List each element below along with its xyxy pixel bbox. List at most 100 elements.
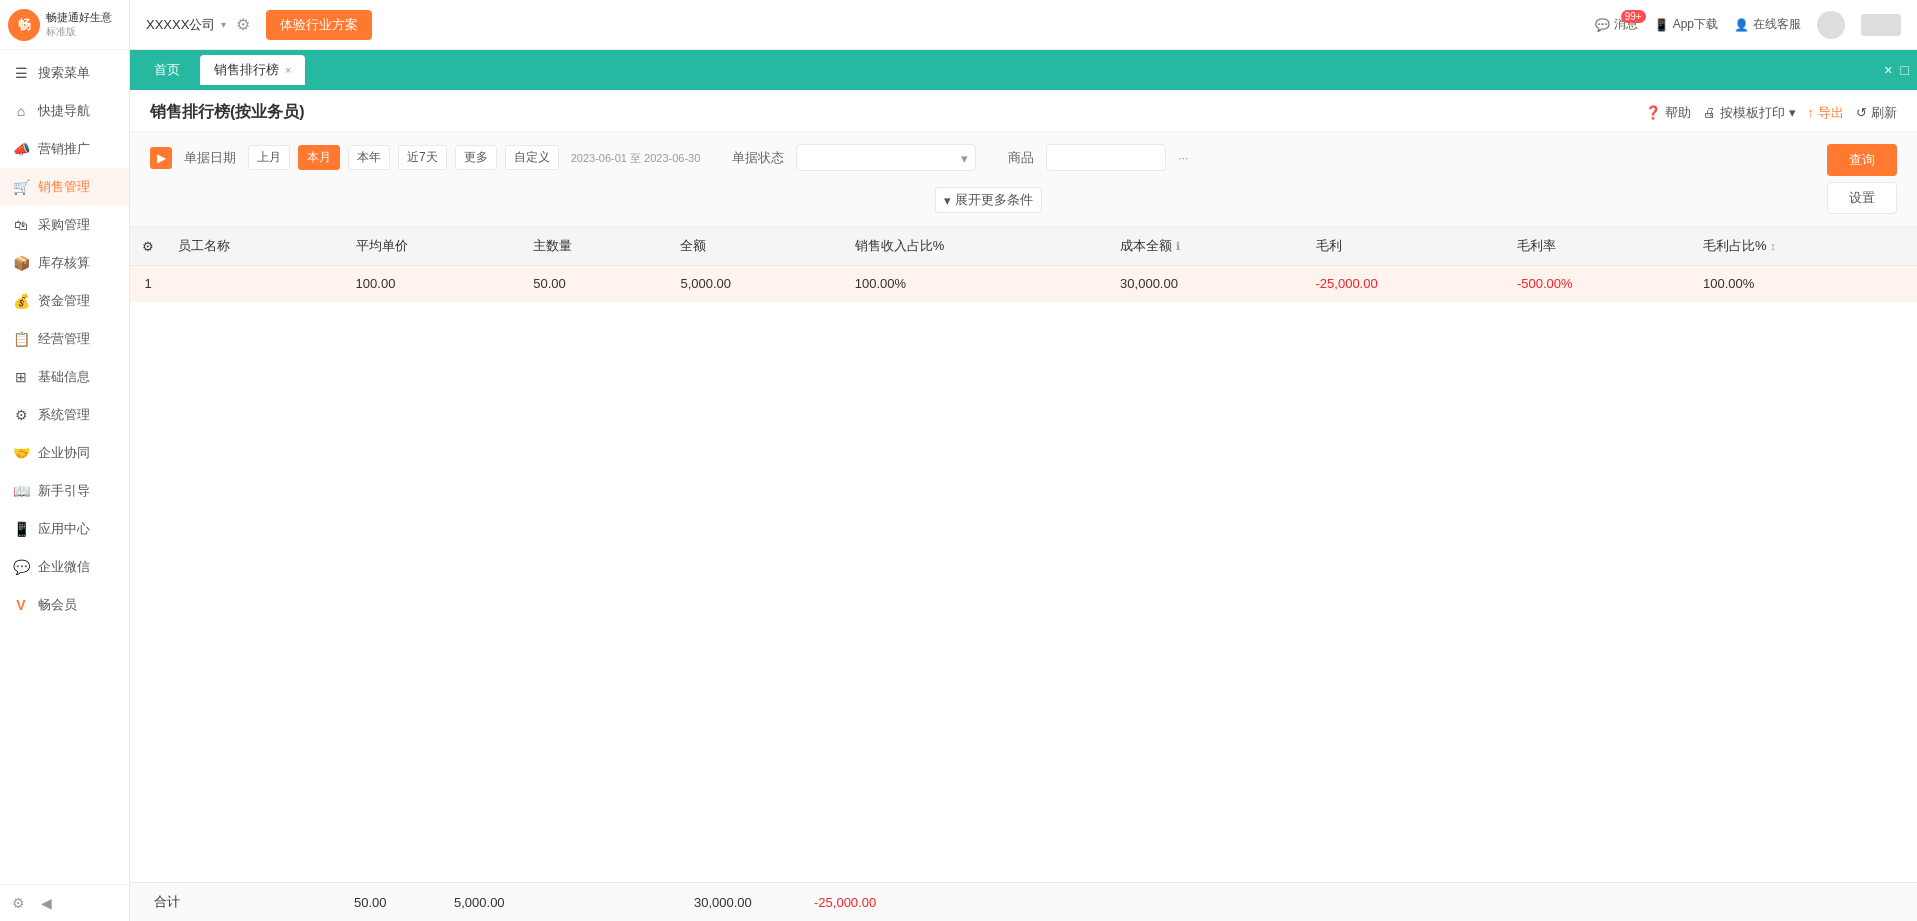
sidebar-item-member[interactable]: V 畅会员 bbox=[0, 586, 129, 624]
app-download-icon: 📱 bbox=[1654, 18, 1669, 32]
export-icon: ↑ bbox=[1808, 105, 1815, 120]
content-area: 销售排行榜(按业务员) ❓ 帮助 🖨 按模板打印 ▾ ↑ 导出 ↺ 刷新 bbox=[130, 90, 1917, 921]
marketing-icon: 📣 bbox=[12, 141, 30, 157]
filter-collapse-btn[interactable]: ▶ bbox=[150, 147, 172, 169]
settings-bottom-icon[interactable]: ⚙ bbox=[12, 895, 25, 911]
tab-maximize-icon[interactable]: □ bbox=[1901, 62, 1909, 78]
sidebar-item-collab[interactable]: 🤝 企业协同 bbox=[0, 434, 129, 472]
col-sales-pct: 销售收入占比% bbox=[843, 227, 1108, 266]
table-header-row: ⚙ 员工名称 平均单价 主数量 全额 销售收入占比% 成本全额 ℹ 毛利 毛利率 bbox=[130, 227, 1917, 266]
pill-last-month[interactable]: 上月 bbox=[248, 145, 290, 170]
footer-total: 合计 50.00 5,000.00 30,000.00 -25,000.00 bbox=[130, 882, 1917, 921]
table-row: 1 100.00 50.00 5,000.00 100.00% 30,000.0… bbox=[130, 266, 1917, 302]
app-download-btn[interactable]: 📱 App下载 bbox=[1654, 16, 1718, 33]
app-center-icon: 📱 bbox=[12, 521, 30, 537]
finance-icon: 💰 bbox=[12, 293, 30, 309]
sidebar-item-basic-info[interactable]: ⊞ 基础信息 bbox=[0, 358, 129, 396]
message-icon: 💬 bbox=[1595, 18, 1610, 32]
sidebar-item-guide[interactable]: 📖 新手引导 bbox=[0, 472, 129, 510]
col-main-qty: 主数量 bbox=[521, 227, 668, 266]
cell-avg-price: 100.00 bbox=[344, 266, 522, 302]
col-cost: 成本全额 ℹ bbox=[1108, 227, 1303, 266]
refresh-icon: ↺ bbox=[1856, 105, 1867, 120]
expand-row: ▾ 展开更多条件 bbox=[150, 187, 1827, 213]
sidebar-item-purchase[interactable]: 🛍 采购管理 bbox=[0, 206, 129, 244]
footer-amount: 5,000.00 bbox=[442, 895, 562, 910]
sidebar-item-system[interactable]: ⚙ 系统管理 bbox=[0, 396, 129, 434]
user-name bbox=[1861, 14, 1901, 36]
export-btn[interactable]: ↑ 导出 bbox=[1808, 104, 1845, 122]
company-selector[interactable]: XXXXX公司 ▾ bbox=[146, 16, 226, 34]
cell-rank: 1 bbox=[130, 266, 166, 302]
pill-this-year[interactable]: 本年 bbox=[348, 145, 390, 170]
system-icon: ⚙ bbox=[12, 407, 30, 423]
refresh-btn[interactable]: ↺ 刷新 bbox=[1856, 104, 1897, 122]
sidebar-item-quicknav[interactable]: ⌂ 快捷导航 bbox=[0, 92, 129, 130]
status-select[interactable] bbox=[796, 144, 976, 171]
tab-home[interactable]: 首页 bbox=[138, 55, 196, 85]
basic-info-icon: ⊞ bbox=[12, 369, 30, 385]
trial-btn[interactable]: 体验行业方案 bbox=[266, 10, 372, 40]
tab-minimize-icon[interactable]: × bbox=[1884, 62, 1892, 78]
user-avatar[interactable] bbox=[1817, 11, 1845, 39]
goods-more-icon[interactable]: ··· bbox=[1178, 151, 1188, 165]
tab-sales-rank[interactable]: 销售排行榜 × bbox=[200, 55, 305, 85]
col-settings: ⚙ bbox=[130, 227, 166, 266]
right-btns: 查询 设置 bbox=[1827, 144, 1897, 214]
col-settings-icon[interactable]: ⚙ bbox=[142, 239, 154, 254]
pill-custom[interactable]: 自定义 bbox=[505, 145, 559, 170]
col-gross-pct: 毛利占比% ↕ bbox=[1691, 227, 1917, 266]
guide-icon: 📖 bbox=[12, 483, 30, 499]
col-avg-price: 平均单价 bbox=[344, 227, 522, 266]
col-amount: 全额 bbox=[668, 227, 842, 266]
message-badge: 99+ bbox=[1621, 10, 1646, 23]
print-icon: 🖨 bbox=[1703, 105, 1716, 120]
template-print-btn[interactable]: 🖨 按模板打印 ▾ bbox=[1703, 104, 1796, 122]
filter-area: ▶ 单据日期 上月 本月 本年 近7天 更多 自定义 2023-06-01 至 … bbox=[130, 132, 1917, 227]
online-service-btn[interactable]: 👤 在线客服 bbox=[1734, 16, 1801, 33]
filter-row-1: ▶ 单据日期 上月 本月 本年 近7天 更多 自定义 2023-06-01 至 … bbox=[150, 144, 1827, 171]
col-gross-rate: 毛利率 bbox=[1505, 227, 1691, 266]
expand-icon: ▾ bbox=[944, 193, 951, 208]
help-link[interactable]: ❓ 帮助 bbox=[1645, 104, 1691, 122]
sidebar-item-search[interactable]: ☰ 搜索菜单 bbox=[0, 54, 129, 92]
sidebar-item-operations[interactable]: 📋 经营管理 bbox=[0, 320, 129, 358]
main-area: XXXXX公司 ▾ ⚙ 体验行业方案 💬 消息 99+ 📱 App下载 👤 在线… bbox=[130, 0, 1917, 921]
online-service-icon: 👤 bbox=[1734, 18, 1749, 32]
search-menu-icon: ☰ bbox=[12, 65, 30, 81]
topbar-settings-icon[interactable]: ⚙ bbox=[236, 15, 250, 34]
col-name: 员工名称 bbox=[166, 227, 344, 266]
sidebar-item-weixin[interactable]: 💬 企业微信 bbox=[0, 548, 129, 586]
pill-last-7days[interactable]: 近7天 bbox=[398, 145, 447, 170]
query-btn[interactable]: 查询 bbox=[1827, 144, 1897, 176]
sidebar-bottom: ⚙ ◀ bbox=[0, 884, 129, 921]
sidebar-item-inventory[interactable]: 📦 库存核算 bbox=[0, 244, 129, 282]
expand-filters-btn[interactable]: ▾ 展开更多条件 bbox=[935, 187, 1042, 213]
company-chevron-icon: ▾ bbox=[221, 19, 226, 30]
pill-this-month[interactable]: 本月 bbox=[298, 145, 340, 170]
help-icon: ❓ bbox=[1645, 105, 1661, 120]
sales-icon: 🛒 bbox=[12, 179, 30, 195]
operations-icon: 📋 bbox=[12, 331, 30, 347]
topbar-right: 💬 消息 99+ 📱 App下载 👤 在线客服 bbox=[1595, 11, 1901, 39]
sidebar: 畅 畅捷通好生意 标准版 ☰ 搜索菜单 ⌂ 快捷导航 📣 营销推广 🛒 销售管理… bbox=[0, 0, 130, 921]
col-gross: 毛利 bbox=[1304, 227, 1505, 266]
pill-more[interactable]: 更多 bbox=[455, 145, 497, 170]
logo-area: 畅 畅捷通好生意 标准版 bbox=[0, 0, 129, 50]
tab-close-icon[interactable]: × bbox=[285, 64, 291, 76]
collapse-icon[interactable]: ◀ bbox=[41, 895, 52, 911]
print-chevron-icon: ▾ bbox=[1789, 105, 1796, 120]
sidebar-item-marketing[interactable]: 📣 营销推广 bbox=[0, 130, 129, 168]
settings-small-btn[interactable]: 设置 bbox=[1827, 182, 1897, 214]
cell-gross-rate: -500.00% bbox=[1505, 266, 1691, 302]
cell-sales-pct: 100.00% bbox=[843, 266, 1108, 302]
company-name: XXXXX公司 bbox=[146, 16, 215, 34]
message-btn[interactable]: 💬 消息 99+ bbox=[1595, 16, 1638, 33]
sidebar-item-app-center[interactable]: 📱 应用中心 bbox=[0, 510, 129, 548]
sidebar-item-finance[interactable]: 💰 资金管理 bbox=[0, 282, 129, 320]
cost-info-icon: ℹ bbox=[1176, 240, 1180, 252]
sidebar-item-sales[interactable]: 🛒 销售管理 bbox=[0, 168, 129, 206]
status-label: 单据状态 bbox=[732, 149, 784, 167]
goods-input[interactable] bbox=[1046, 144, 1166, 171]
home-icon: ⌂ bbox=[12, 103, 30, 119]
